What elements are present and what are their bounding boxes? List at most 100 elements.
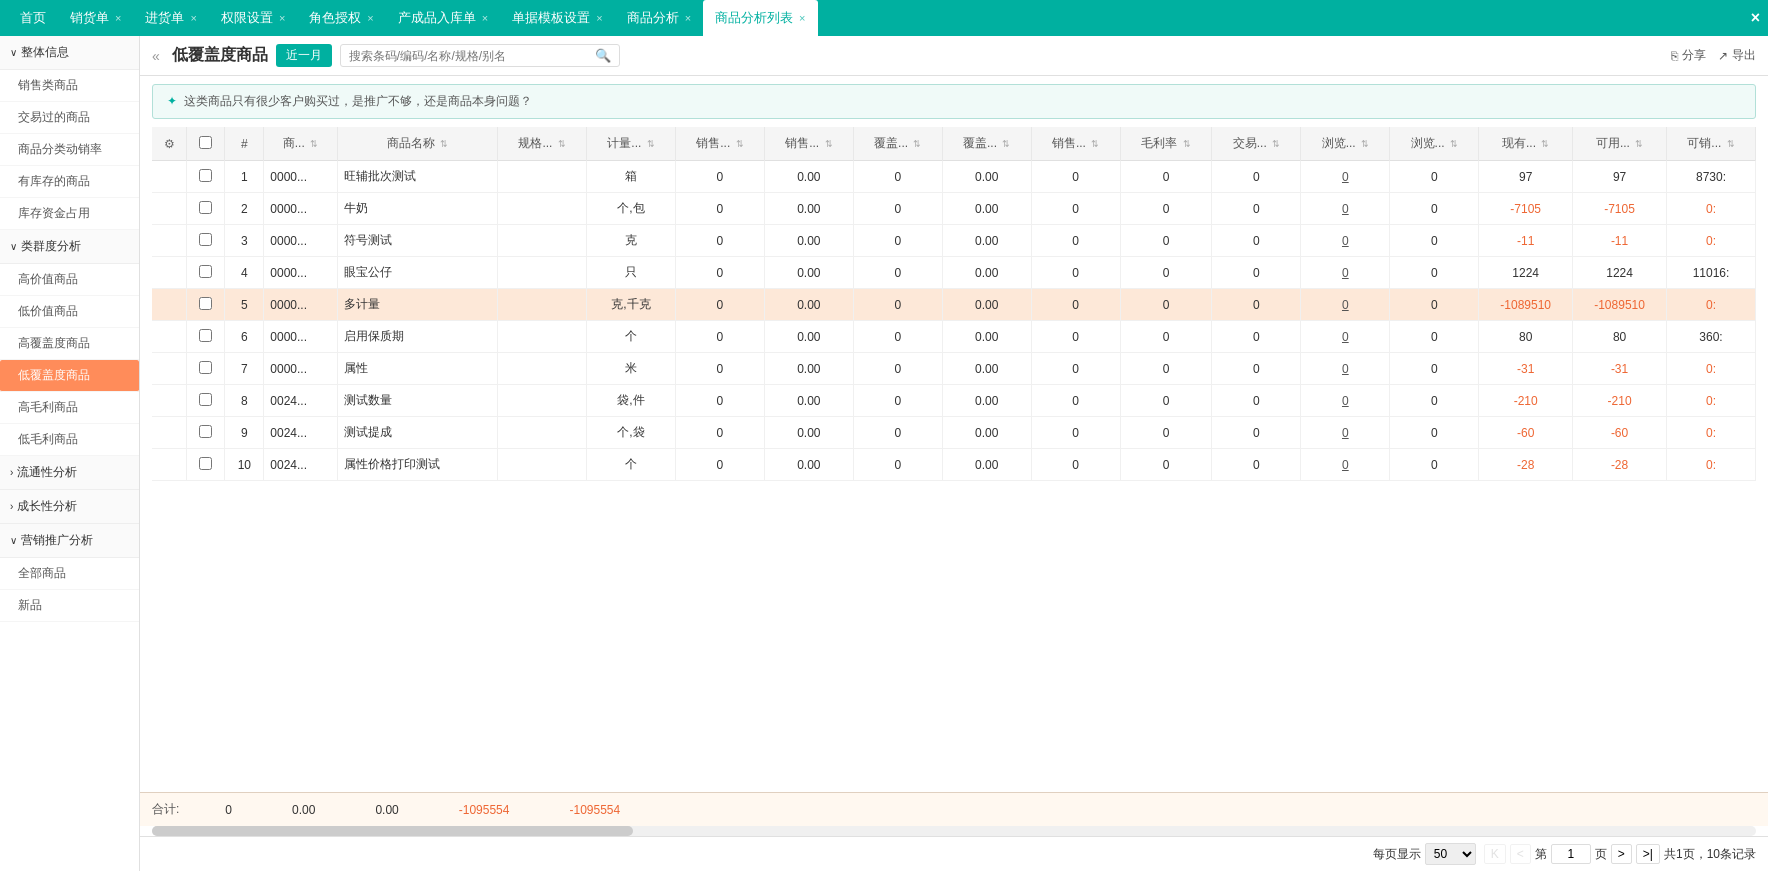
spec-col-header[interactable]: 规格... ⇅ [498,127,587,161]
sidebar-item-traded-goods[interactable]: 交易过的商品 [0,102,139,134]
table-row: 10 0024... 属性价格打印测试 个 0 0.00 0 0.00 0 0 … [152,449,1756,481]
row-index: 2 [225,193,264,225]
period-button[interactable]: 近一月 [276,44,332,67]
nav-tab-product-warehouse[interactable]: 产成品入库单 × [386,0,500,36]
row-browse1[interactable]: 0 [1301,289,1390,321]
row-sales2: 0 [1031,289,1120,321]
share-button[interactable]: ⎘ 分享 [1671,47,1706,64]
page-size-label: 每页显示 [1373,846,1421,863]
sidebar-item-sales-goods[interactable]: 销售类商品 [0,70,139,102]
row-trade: 0 [1212,225,1301,257]
sidebar-section-marketing[interactable]: ∨ 营销推广分析 [0,524,139,558]
browse2-col-header[interactable]: 浏览... ⇅ [1390,127,1479,161]
sellable-col-header[interactable]: 可销... ⇅ [1667,127,1756,161]
row-browse1[interactable]: 0 [1301,353,1390,385]
sidebar-item-inventory-fund[interactable]: 库存资金占用 [0,198,139,230]
nav-tab-product-analysis[interactable]: 商品分析 × [615,0,703,36]
sales-qty-col-header[interactable]: 销售... ⇅ [675,127,764,161]
page-number-input[interactable] [1551,844,1591,864]
page-size-select: 每页显示 50 100 200 [1373,843,1476,865]
row-cover2: 0.00 [942,321,1031,353]
row-browse1[interactable]: 0 [1301,385,1390,417]
row-checkbox[interactable] [187,449,225,481]
sidebar-item-low-margin[interactable]: 低毛利商品 [0,424,139,456]
cover1-col-header[interactable]: 覆盖... ⇅ [853,127,942,161]
gross-col-header[interactable]: 毛利率 ⇅ [1120,127,1212,161]
settings-col-header[interactable]: ⚙ [152,127,187,161]
code-col-header[interactable]: 商... ⇅ [264,127,337,161]
sidebar-section-liquidity[interactable]: › 流通性分析 [0,456,139,490]
nav-tab-permissions[interactable]: 权限设置 × [209,0,297,36]
row-browse1[interactable]: 0 [1301,161,1390,193]
sidebar-item-category-rate[interactable]: 商品分类动销率 [0,134,139,166]
page-title: 低覆盖度商品 [172,45,268,66]
collapse-button[interactable]: « [152,48,160,64]
close-icon[interactable]: × [115,12,121,24]
close-icon[interactable]: × [596,12,602,24]
row-browse1[interactable]: 0 [1301,257,1390,289]
row-checkbox[interactable] [187,225,225,257]
export-button[interactable]: ↗ 导出 [1718,47,1756,64]
close-icon[interactable]: × [799,12,805,24]
sidebar-item-high-value[interactable]: 高价值商品 [0,264,139,296]
close-icon[interactable]: × [685,12,691,24]
sidebar-item-all-products[interactable]: 全部商品 [0,558,139,590]
nav-tab-roles[interactable]: 角色授权 × [297,0,385,36]
row-browse1[interactable]: 0 [1301,449,1390,481]
current-col-header[interactable]: 现有... ⇅ [1479,127,1573,161]
sidebar-item-high-coverage[interactable]: 高覆盖度商品 [0,328,139,360]
last-page-button[interactable]: >| [1636,844,1660,864]
nav-tab-home[interactable]: 首页 [8,0,58,36]
nav-tab-template[interactable]: 单据模板设置 × [500,0,614,36]
first-page-button[interactable]: K [1484,844,1506,864]
sales-amt-col-header[interactable]: 销售... ⇅ [764,127,853,161]
sidebar-section-cluster[interactable]: ∨ 类群度分析 [0,230,139,264]
sidebar-item-low-coverage[interactable]: 低覆盖度商品 [0,360,139,392]
row-browse2: 0 [1390,417,1479,449]
row-checkbox[interactable] [187,257,225,289]
row-checkbox[interactable] [187,321,225,353]
horizontal-scrollbar[interactable] [152,826,1756,836]
sales2-col-header[interactable]: 销售... ⇅ [1031,127,1120,161]
page-size-dropdown[interactable]: 50 100 200 [1425,843,1476,865]
row-checkbox[interactable] [187,353,225,385]
sidebar-section-overall[interactable]: ∨ 整体信息 [0,36,139,70]
nav-tab-sales[interactable]: 销货单 × [58,0,133,36]
search-input[interactable] [349,49,595,63]
row-checkbox[interactable] [187,417,225,449]
sidebar-item-in-stock[interactable]: 有库存的商品 [0,166,139,198]
sidebar-section-growth[interactable]: › 成长性分析 [0,490,139,524]
close-icon[interactable]: × [190,12,196,24]
row-checkbox[interactable] [187,161,225,193]
row-sellable: 8730: [1667,161,1756,193]
next-page-button[interactable]: > [1611,844,1632,864]
row-browse1[interactable]: 0 [1301,321,1390,353]
browse1-col-header[interactable]: 浏览... ⇅ [1301,127,1390,161]
unit-col-header[interactable]: 计量... ⇅ [587,127,676,161]
close-icon[interactable]: × [482,12,488,24]
nav-tab-product-analysis-list[interactable]: 商品分析列表 × [703,0,817,36]
row-browse1[interactable]: 0 [1301,225,1390,257]
cover2-col-header[interactable]: 覆盖... ⇅ [942,127,1031,161]
close-all-button[interactable]: × [1751,9,1760,27]
trade-col-header[interactable]: 交易... ⇅ [1212,127,1301,161]
row-sales-qty: 0 [675,193,764,225]
row-checkbox[interactable] [187,193,225,225]
row-browse2: 0 [1390,449,1479,481]
row-browse1[interactable]: 0 [1301,417,1390,449]
row-checkbox[interactable] [187,385,225,417]
available-col-header[interactable]: 可用... ⇅ [1573,127,1667,161]
sidebar-item-high-margin[interactable]: 高毛利商品 [0,392,139,424]
row-checkbox[interactable] [187,289,225,321]
prev-page-button[interactable]: < [1510,844,1531,864]
select-all-checkbox[interactable] [199,136,212,149]
scrollbar-thumb[interactable] [152,826,633,836]
sidebar-item-new-products[interactable]: 新品 [0,590,139,622]
sidebar-item-low-value[interactable]: 低价值商品 [0,296,139,328]
nav-tab-purchase[interactable]: 进货单 × [133,0,208,36]
row-browse1[interactable]: 0 [1301,193,1390,225]
close-icon[interactable]: × [367,12,373,24]
name-col-header[interactable]: 商品名称 ⇅ [337,127,498,161]
close-icon[interactable]: × [279,12,285,24]
row-current: -7105 [1479,193,1573,225]
